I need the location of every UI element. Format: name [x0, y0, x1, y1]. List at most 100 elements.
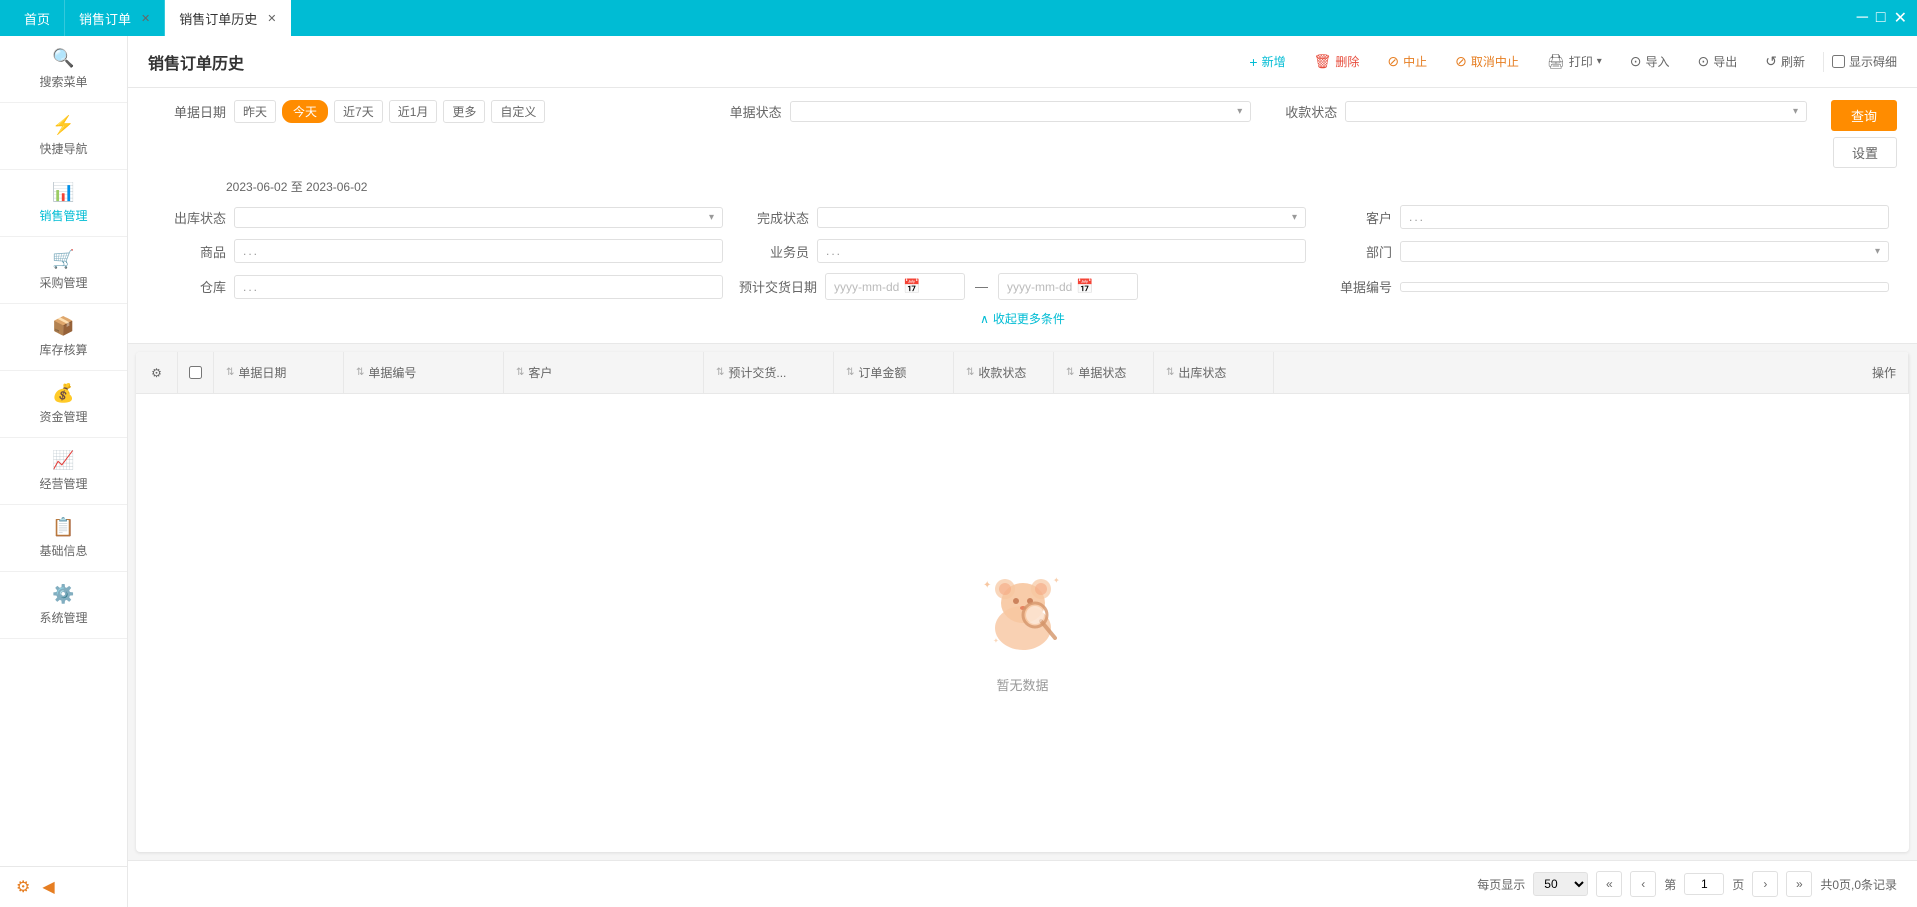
sidebar-item-sales[interactable]: 📊 销售管理 — [0, 170, 127, 237]
prev-page-btn[interactable]: ‹ — [1630, 871, 1656, 897]
stop-button[interactable]: ⊘ 中止 — [1377, 48, 1437, 75]
window-controls: ─ □ ✕ — [1857, 8, 1907, 28]
col-customer[interactable]: ⇅ 客户 — [504, 352, 704, 393]
delivery-date-end-input[interactable]: yyyy-mm-dd 📅 — [998, 273, 1138, 300]
customer-label: 客户 — [1322, 208, 1392, 227]
close-history-tab[interactable]: ✕ — [267, 12, 276, 25]
sidebar-item-search[interactable]: 🔍 搜索菜单 — [0, 36, 127, 103]
close-sales-order-tab[interactable]: ✕ — [141, 12, 150, 25]
maximize-icon[interactable]: □ — [1876, 9, 1886, 27]
display-columns-checkbox[interactable] — [1832, 55, 1845, 68]
purchase-icon: 🛒 — [52, 249, 74, 270]
collapse-sidebar-icon[interactable]: ◀ — [42, 877, 54, 897]
receipt-status-select[interactable]: ▾ — [1345, 101, 1807, 122]
sidebar-label-purchase: 采购管理 — [39, 274, 87, 291]
import-button[interactable]: ⊙ 导入 — [1620, 48, 1680, 75]
calendar-icon: 📅 — [903, 278, 920, 295]
complete-status-label: 完成状态 — [739, 208, 809, 227]
sort-icon-number: ⇅ — [356, 367, 364, 378]
col-number[interactable]: ⇅ 单据编号 — [344, 352, 504, 393]
sidebar-item-operation[interactable]: 📈 经营管理 — [0, 438, 127, 505]
date-more-btn[interactable]: 更多 — [443, 100, 485, 123]
first-page-btn[interactable]: « — [1596, 871, 1622, 897]
sidebar-item-basic[interactable]: 📋 基础信息 — [0, 505, 127, 572]
import-icon: ⊙ — [1630, 53, 1642, 70]
col-settings[interactable]: ⚙ — [136, 352, 178, 393]
col-action: 操作 — [1274, 352, 1909, 393]
col-delivery[interactable]: ⇅ 预计交货... — [704, 352, 834, 393]
date-today-btn[interactable]: 今天 — [282, 100, 328, 123]
col-customer-label: 客户 — [528, 364, 552, 381]
customer-input[interactable]: ... — [1400, 205, 1889, 229]
sidebar-item-purchase[interactable]: 🛒 采购管理 — [0, 237, 127, 304]
last-page-btn[interactable]: » — [1786, 871, 1812, 897]
salesperson-input[interactable]: ... — [817, 239, 1306, 263]
date-filter-control: 昨天 今天 近7天 近1月 更多 自定义 — [234, 100, 545, 123]
query-button[interactable]: 查询 — [1831, 100, 1897, 131]
tab-home[interactable]: 首页 — [10, 0, 65, 36]
col-bill-label: 单据状态 — [1078, 364, 1126, 381]
col-check[interactable] — [178, 352, 214, 393]
sales-order-tab-label: 销售订单 — [79, 9, 131, 28]
page-title: 销售订单历史 — [148, 50, 244, 74]
out-status-select[interactable]: ▾ — [234, 207, 723, 228]
department-select[interactable]: ▾ — [1400, 241, 1889, 262]
export-button[interactable]: ⊙ 导出 — [1687, 48, 1747, 75]
page-label-post: 页 — [1732, 876, 1744, 893]
print-chevron: ▾ — [1597, 56, 1602, 67]
col-receipt-status[interactable]: ⇅ 收款状态 — [954, 352, 1054, 393]
content-area: 销售订单历史 + 新增 🗑 删除 ⊘ 中止 ⊘ 取消中止 — [128, 36, 1917, 907]
tab-sales-order-history[interactable]: 销售订单历史 ✕ — [165, 0, 291, 36]
date-range-display: 2023-06-02 至 2023-06-02 — [226, 178, 1897, 195]
delivery-date-start-input[interactable]: yyyy-mm-dd 📅 — [825, 273, 965, 300]
new-button[interactable]: + 新增 — [1239, 48, 1295, 75]
sidebar-label-sales: 销售管理 — [39, 207, 87, 224]
date-range-text: 2023-06-02 至 2023-06-02 — [226, 180, 367, 194]
settings-bottom-icon[interactable]: ⚙ — [16, 877, 30, 897]
date-custom-btn[interactable]: 自定义 — [491, 100, 545, 123]
delivery-date-cell: 预计交货日期 yyyy-mm-dd 📅 — yyyy-mm-dd 📅 — [731, 273, 1314, 300]
complete-status-select[interactable]: ▾ — [817, 207, 1306, 228]
sort-icon-date: ⇅ — [226, 367, 234, 378]
select-all-checkbox[interactable] — [189, 366, 202, 379]
bill-status-select[interactable]: ▾ — [790, 101, 1252, 122]
page-size-select[interactable]: 50 20 100 200 — [1533, 872, 1588, 896]
next-page-btn[interactable]: › — [1752, 871, 1778, 897]
current-page-input[interactable] — [1684, 873, 1724, 895]
calendar-end-icon: 📅 — [1076, 278, 1093, 295]
collapse-filter[interactable]: ∧ 收起更多条件 — [148, 306, 1897, 331]
date-1month-btn[interactable]: 近1月 — [389, 100, 438, 123]
col-out-status[interactable]: ⇅ 出库状态 — [1154, 352, 1274, 393]
delete-icon: 🗑 — [1314, 53, 1332, 70]
refresh-button[interactable]: ↺ 刷新 — [1755, 48, 1815, 75]
sidebar-item-inventory[interactable]: 📦 库存核算 — [0, 304, 127, 371]
print-button[interactable]: 🖨 打印 ▾ — [1537, 48, 1612, 75]
sidebar-item-quicknav[interactable]: ⚡ 快捷导航 — [0, 103, 127, 170]
cancel-stop-label: 取消中止 — [1471, 53, 1519, 70]
goods-input[interactable]: ... — [234, 239, 723, 263]
date-7days-btn[interactable]: 近7天 — [334, 100, 383, 123]
svg-text:✦: ✦ — [993, 637, 999, 645]
col-bill-status[interactable]: ⇅ 单据状态 — [1054, 352, 1154, 393]
warehouse-input[interactable]: ... — [234, 275, 723, 299]
col-date[interactable]: ⇅ 单据日期 — [214, 352, 344, 393]
bill-number-input[interactable] — [1400, 282, 1889, 292]
goods-dots: ... — [243, 244, 259, 258]
sidebar-item-system[interactable]: ⚙️ 系统管理 — [0, 572, 127, 639]
col-action-label: 操作 — [1872, 364, 1896, 381]
sidebar-item-finance[interactable]: 💰 资金管理 — [0, 371, 127, 438]
sort-icon-bill: ⇅ — [1066, 367, 1074, 378]
cancel-stop-button[interactable]: ⊘ 取消中止 — [1445, 48, 1529, 75]
salesperson-dots: ... — [826, 244, 842, 258]
display-columns-toggle[interactable]: 显示碍细 — [1832, 53, 1897, 70]
date-yesterday-btn[interactable]: 昨天 — [234, 100, 276, 123]
bill-status-chevron: ▾ — [1237, 106, 1242, 117]
tab-sales-order[interactable]: 销售订单 ✕ — [65, 0, 165, 36]
col-amount[interactable]: ⇅ 订单金额 — [834, 352, 954, 393]
sidebar-bottom: ⚙ ◀ — [0, 866, 127, 907]
window-close-icon[interactable]: ✕ — [1894, 8, 1907, 28]
delete-button[interactable]: 🗑 删除 — [1304, 48, 1370, 75]
settings-button[interactable]: 设置 — [1833, 137, 1897, 168]
page-label-pre: 第 — [1664, 876, 1676, 893]
minimize-icon[interactable]: ─ — [1857, 9, 1868, 27]
